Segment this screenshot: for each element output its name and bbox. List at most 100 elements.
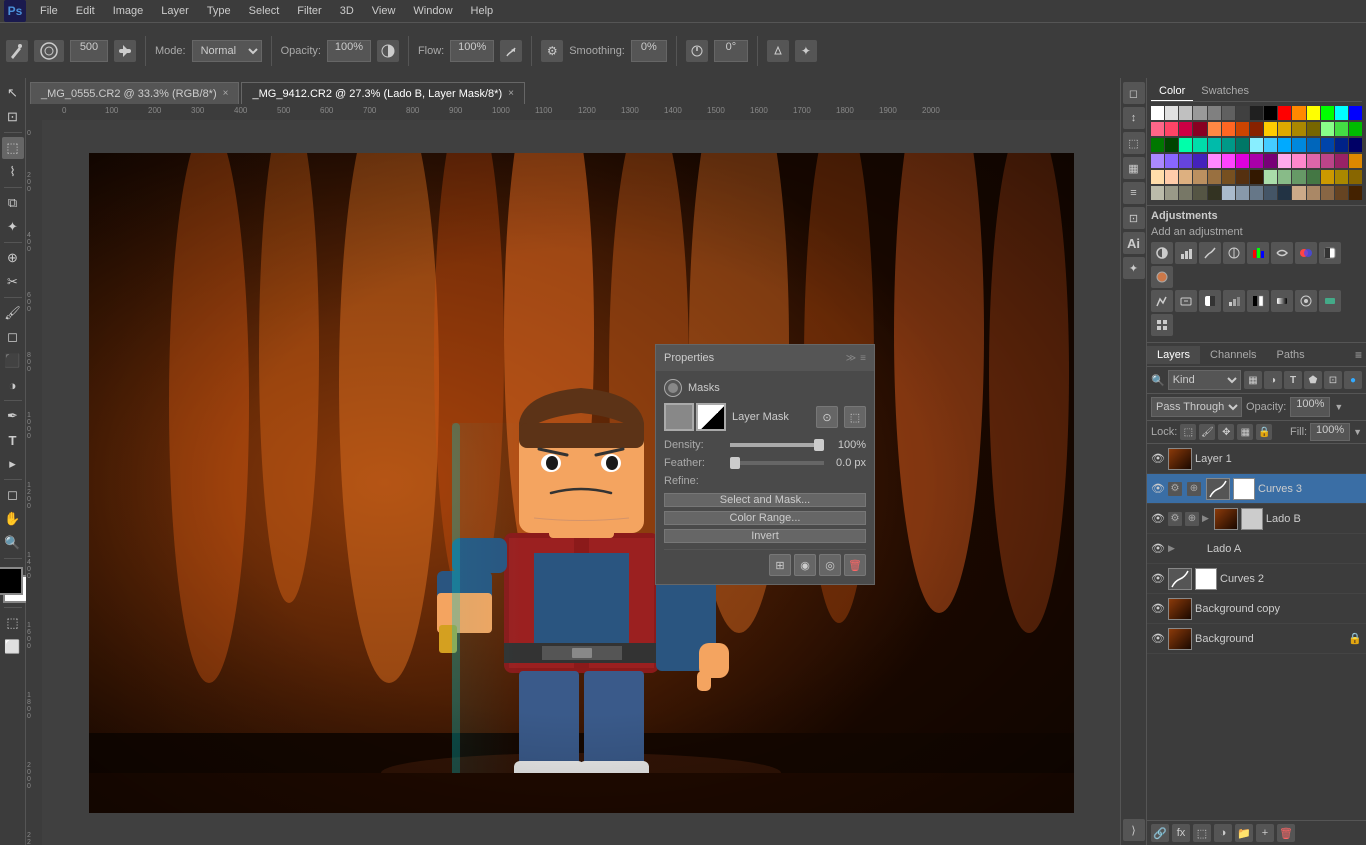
mini-tool-4[interactable]: ▦ xyxy=(1123,157,1145,179)
swatch[interactable] xyxy=(1250,170,1263,184)
swatch[interactable] xyxy=(1278,154,1291,168)
adj-posterize-icon[interactable] xyxy=(1223,290,1245,312)
adj-colorbalance-icon[interactable] xyxy=(1295,242,1317,264)
move-tool[interactable]: ↖ xyxy=(2,82,24,104)
layer-opts-curves3[interactable]: ⚙ xyxy=(1168,482,1182,496)
brush-tool-left[interactable]: 🖌 xyxy=(2,302,24,324)
swatch[interactable] xyxy=(1349,138,1362,152)
text-tool[interactable]: T xyxy=(2,429,24,451)
layer-vis-bgcopy[interactable]: 👁 xyxy=(1151,602,1165,616)
invert-button[interactable]: Invert xyxy=(664,529,866,543)
swatch[interactable] xyxy=(1292,138,1305,152)
swatch[interactable] xyxy=(1236,154,1249,168)
swatch[interactable] xyxy=(1208,106,1221,120)
menu-layer[interactable]: Layer xyxy=(153,3,197,19)
menu-view[interactable]: View xyxy=(364,3,404,19)
swatch[interactable] xyxy=(1236,122,1249,136)
swatch[interactable] xyxy=(1349,170,1362,184)
swatch[interactable] xyxy=(1335,122,1348,136)
filter-pixel-icon[interactable]: ▦ xyxy=(1244,371,1262,389)
quick-mask-tool[interactable]: ⬚ xyxy=(2,612,24,634)
opacity-input[interactable]: 100% xyxy=(327,40,371,62)
brush-tool-icon[interactable] xyxy=(6,40,28,62)
eraser-tool[interactable]: ◻ xyxy=(2,326,24,348)
brush-options-icon[interactable] xyxy=(34,40,64,62)
swatch[interactable] xyxy=(1179,154,1192,168)
swatch[interactable] xyxy=(1307,122,1320,136)
opacity-dropdown-arrow[interactable]: ▼ xyxy=(1334,402,1343,412)
swatch[interactable] xyxy=(1193,122,1206,136)
pressure-icon[interactable] xyxy=(767,40,789,62)
shape-tool[interactable]: ◻ xyxy=(2,484,24,506)
fill-dropdown-arrow[interactable]: ▼ xyxy=(1353,427,1362,437)
flow-icon[interactable] xyxy=(500,40,522,62)
swatch[interactable] xyxy=(1278,138,1291,152)
tab-swatches[interactable]: Swatches xyxy=(1193,82,1257,101)
swatch[interactable] xyxy=(1151,138,1164,152)
add-style-icon[interactable]: fx xyxy=(1172,824,1190,842)
swatch[interactable] xyxy=(1349,154,1362,168)
menu-filter[interactable]: Filter xyxy=(289,3,329,19)
swatch[interactable] xyxy=(1222,138,1235,152)
menu-window[interactable]: Window xyxy=(405,3,460,19)
layer-opts2-ladob[interactable]: ⊕ xyxy=(1185,512,1199,526)
swatch[interactable] xyxy=(1236,138,1249,152)
swatch[interactable] xyxy=(1165,170,1178,184)
mini-tool-5[interactable]: ≡ xyxy=(1123,182,1145,204)
swatch[interactable] xyxy=(1335,186,1348,200)
filter-type-icon[interactable]: T xyxy=(1284,371,1302,389)
swatch[interactable] xyxy=(1236,170,1249,184)
app-icon[interactable]: Ps xyxy=(4,0,26,22)
tab-color[interactable]: Color xyxy=(1151,82,1193,101)
swatch[interactable] xyxy=(1307,106,1320,120)
menu-image[interactable]: Image xyxy=(105,3,152,19)
adj-levels-icon[interactable] xyxy=(1175,242,1197,264)
tab-layers[interactable]: Layers xyxy=(1147,346,1200,364)
swatch[interactable] xyxy=(1321,138,1334,152)
swatch[interactable] xyxy=(1151,106,1164,120)
swatch[interactable] xyxy=(1292,106,1305,120)
foreground-color-swatch[interactable] xyxy=(0,567,23,595)
swatch[interactable] xyxy=(1264,154,1277,168)
swatch[interactable] xyxy=(1179,138,1192,152)
swatch[interactable] xyxy=(1321,106,1334,120)
layer-item-curves2[interactable]: 👁 Curves 2 xyxy=(1147,564,1366,594)
swatch[interactable] xyxy=(1349,106,1362,120)
swatch[interactable] xyxy=(1179,170,1192,184)
smoothing-input[interactable]: 0% xyxy=(631,40,667,62)
layer-mask-thumbnail[interactable] xyxy=(664,403,726,431)
swatch[interactable] xyxy=(1278,170,1291,184)
opacity-icon[interactable] xyxy=(377,40,399,62)
adj-selectcolor-icon[interactable] xyxy=(1295,290,1317,312)
swatch[interactable] xyxy=(1321,122,1334,136)
color-range-button[interactable]: Color Range... xyxy=(664,511,866,525)
swatch[interactable] xyxy=(1208,186,1221,200)
mini-tool-7[interactable]: ✦ xyxy=(1123,257,1145,279)
mini-tool-ai[interactable]: Ai xyxy=(1123,232,1145,254)
swatch[interactable] xyxy=(1307,170,1320,184)
healing-tool[interactable]: ⊕ xyxy=(2,247,24,269)
brush-size-input[interactable]: 500 xyxy=(70,40,108,62)
props-expand-icon[interactable]: ≫ xyxy=(846,353,856,364)
swatch[interactable] xyxy=(1250,122,1263,136)
layer-vis-background[interactable]: 👁 xyxy=(1151,632,1165,646)
swatch[interactable] xyxy=(1307,138,1320,152)
swatch[interactable] xyxy=(1208,154,1221,168)
swatch[interactable] xyxy=(1193,154,1206,168)
filter-active-icon[interactable]: ● xyxy=(1344,371,1362,389)
artboard-tool[interactable]: ⊡ xyxy=(2,106,24,128)
mask-circle-icon[interactable] xyxy=(664,379,682,397)
swatch[interactable] xyxy=(1335,138,1348,152)
menu-help[interactable]: Help xyxy=(463,3,502,19)
tab-2[interactable]: _MG_9412.CR2 @ 27.3% (Lado B, Layer Mask… xyxy=(241,82,524,104)
swatch[interactable] xyxy=(1193,138,1206,152)
layer-vis-curves3[interactable]: 👁 xyxy=(1151,482,1165,496)
filter-shape-icon[interactable]: ⬟ xyxy=(1304,371,1322,389)
swatch[interactable] xyxy=(1349,186,1362,200)
fill-value-input[interactable]: 100% xyxy=(1310,423,1350,441)
layer-item-background[interactable]: 👁 Background 🔒 xyxy=(1147,624,1366,654)
swatch[interactable] xyxy=(1165,186,1178,200)
swatch[interactable] xyxy=(1292,170,1305,184)
swatch[interactable] xyxy=(1193,186,1206,200)
lock-paint-icon[interactable]: 🖌 xyxy=(1199,424,1215,440)
